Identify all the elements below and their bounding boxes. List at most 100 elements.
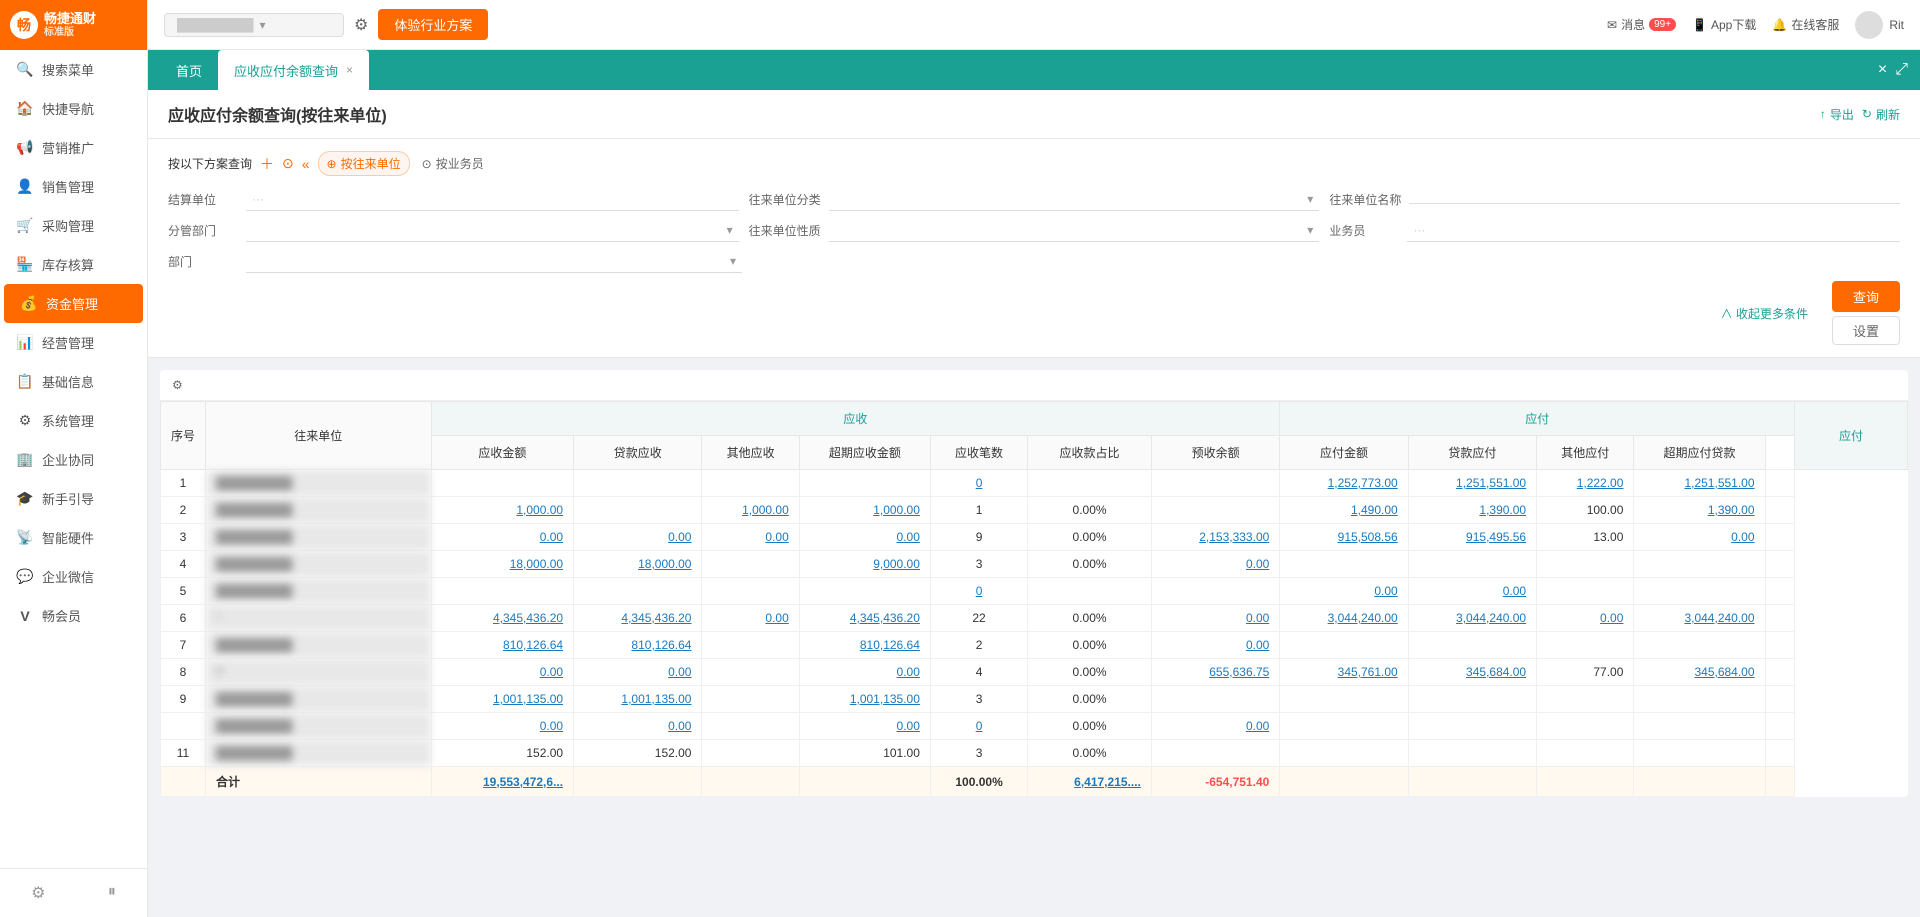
table-row: 7█████████810,126.64810,126.64810,126.64… — [161, 632, 1908, 659]
sidebar-item-enterprise[interactable]: 🏢 企业协同 — [0, 440, 147, 479]
collapse-btn[interactable]: ∧ 收起更多条件 — [1717, 301, 1812, 326]
dept-manage-arrow: ▾ — [727, 223, 733, 237]
table-toolbar: ⚙ — [160, 370, 1908, 401]
sidebar-item-basic-info[interactable]: 📋 基础信息 — [0, 362, 147, 401]
col-group-payable: 应付 — [1280, 402, 1795, 436]
query-button[interactable]: 查询 — [1832, 281, 1900, 312]
scheme-staff-icon: ⊙ — [422, 157, 432, 171]
sidebar-bottom: ⚙ ⏸ — [0, 868, 147, 917]
collapse-icon: ∧ — [1721, 307, 1733, 321]
tab-close-icon[interactable]: × — [346, 63, 353, 77]
online-service-label: 在线客服 — [1791, 16, 1839, 33]
sidebar-item-finance[interactable]: 💰 资金管理 — [4, 284, 143, 323]
export-button[interactable]: ↑ 导出 — [1820, 106, 1854, 123]
sidebar-item-search-menu[interactable]: 🔍 搜索菜单 — [0, 50, 147, 89]
total-ar-prepaid[interactable]: 6,417,215.... — [1028, 767, 1152, 797]
filter-salesperson: 业务员 ··· — [1329, 219, 1900, 242]
settlement-unit-label: 结算单位 — [168, 191, 238, 208]
filter-row-2: 分管部门 ▾ 往来单位性质 ▾ 业务员 ··· — [168, 219, 1900, 242]
filter-unit-category: 往来单位分类 ▾ — [749, 188, 1320, 211]
sidebar-item-label: 销售管理 — [42, 177, 94, 196]
system-icon: ⚙ — [16, 412, 34, 430]
department-input[interactable]: ▾ — [246, 250, 742, 273]
sidebar-item-guide[interactable]: 🎓 新手引导 — [0, 479, 147, 518]
action-buttons: 查询 设置 — [1832, 281, 1900, 345]
scheme-by-unit[interactable]: ⊕ 按往来单位 — [318, 151, 410, 176]
tab-active[interactable]: 应收应付余额查询 × — [218, 50, 369, 90]
unit-nature-label: 往来单位性质 — [749, 222, 821, 239]
tab-home[interactable]: 首页 — [160, 50, 218, 90]
refresh-label: 刷新 — [1876, 106, 1900, 123]
total-ar-ratio: 100.00% — [930, 767, 1027, 797]
top-header: █████████ ▾ ⚙ 体验行业方案 ✉ 消息 99+ 📱 App下载 🔔 … — [148, 0, 1920, 50]
settings-button[interactable]: 设置 — [1832, 316, 1900, 345]
sidebar-settings-btn[interactable]: ⚙ — [21, 877, 55, 909]
filter-unit-nature: 往来单位性质 ▾ — [749, 219, 1320, 242]
dept-manage-input[interactable]: ▾ — [246, 219, 739, 242]
sidebar-item-hardware[interactable]: 📡 智能硬件 — [0, 518, 147, 557]
message-icon: ✉ — [1607, 18, 1617, 32]
sidebar-item-quick-nav[interactable]: 🏠 快捷导航 — [0, 89, 147, 128]
message-badge: 99+ — [1649, 18, 1676, 31]
sidebar-item-purchase[interactable]: 🛒 采购管理 — [0, 206, 147, 245]
table-row: 3█████████0.000.000.000.0090.00%2,153,33… — [161, 524, 1908, 551]
tab-active-label: 应收应付余额查询 — [234, 61, 338, 80]
marketing-icon: 📢 — [16, 139, 34, 157]
tab-bar: 首页 应收应付余额查询 × × ⤢ — [148, 50, 1920, 90]
filter-row-3: 部门 ▾ — [168, 250, 1900, 273]
message-action[interactable]: ✉ 消息 99+ — [1607, 16, 1676, 33]
col-partner: 往来单位 — [206, 402, 432, 470]
settings-icon[interactable]: ⚙ — [354, 15, 368, 35]
col-ap-other: 其他应付 — [1537, 436, 1634, 470]
col-ap-credit: 贷款应付 — [1408, 436, 1536, 470]
col-ap-extra: 应付 — [1795, 402, 1908, 470]
table-row: █████████0.000.000.0000.00%0.00 — [161, 713, 1908, 740]
sidebar-item-system[interactable]: ⚙ 系统管理 — [0, 401, 147, 440]
sidebar-item-label: 经营管理 — [42, 333, 94, 352]
col-ar-prepaid: 预收余额 — [1151, 436, 1279, 470]
sidebar-item-member[interactable]: V 畅会员 — [0, 596, 147, 635]
table-row: 11█████████152.00152.00101.0030.00% — [161, 740, 1908, 767]
sidebar-item-wechat[interactable]: 💬 企业微信 — [0, 557, 147, 596]
wechat-icon: 💬 — [16, 568, 34, 586]
search-menu-icon: 🔍 — [16, 61, 34, 79]
settlement-unit-input[interactable]: ··· — [246, 188, 739, 211]
online-service-action[interactable]: 🔔 在线客服 — [1772, 16, 1839, 33]
app-download-action[interactable]: 📱 App下载 — [1692, 16, 1756, 33]
window-close-btn[interactable]: × — [1878, 61, 1887, 79]
sidebar-item-label: 畅会员 — [42, 606, 81, 625]
filter-row-1: 结算单位 ··· 往来单位分类 ▾ 往来单位名称 — [168, 188, 1900, 211]
finance-icon: 💰 — [20, 295, 38, 313]
breadcrumb[interactable]: █████████ ▾ — [164, 13, 344, 37]
unit-nature-input[interactable]: ▾ — [829, 219, 1320, 242]
scheme-unit-label: 按往来单位 — [341, 155, 401, 172]
scheme-collapse-icon[interactable]: « — [302, 156, 310, 172]
scheme-settings-icon[interactable]: ⊙ — [282, 155, 294, 172]
basic-info-icon: 📋 — [16, 373, 34, 391]
salesperson-input[interactable]: ··· — [1407, 219, 1900, 242]
sidebar-item-label: 智能硬件 — [42, 528, 94, 547]
table-settings-icon[interactable]: ⚙ — [172, 378, 183, 392]
sidebar: 畅 畅捷通财 标准版 🔍 搜索菜单 🏠 快捷导航 📢 营销推广 👤 销售管理 🛒… — [0, 0, 148, 917]
app-logo: 畅 畅捷通财 标准版 — [0, 0, 147, 50]
table-total-row: 合计 19,553,472,6... 100.00% 6,417,215....… — [161, 767, 1908, 797]
add-scheme-btn[interactable]: ＋ — [260, 154, 274, 174]
scheme-by-staff[interactable]: ⊙ 按业务员 — [414, 151, 492, 176]
unit-nature-arrow: ▾ — [1307, 223, 1313, 237]
window-max-btn[interactable]: ⤢ — [1895, 61, 1908, 79]
table-scroll-area[interactable]: 序号 往来单位 应收 应付 应付 应收金额 贷款应收 其他应收 超期应收金额 — [160, 401, 1908, 797]
sidebar-item-operations[interactable]: 📊 经营管理 — [0, 323, 147, 362]
refresh-button[interactable]: ↻ 刷新 — [1862, 106, 1900, 123]
sidebar-item-marketing[interactable]: 📢 营销推广 — [0, 128, 147, 167]
user-info[interactable]: Rit — [1855, 11, 1904, 39]
sidebar-item-sales[interactable]: 👤 销售管理 — [0, 167, 147, 206]
unit-name-input[interactable] — [1409, 195, 1900, 204]
sidebar-collapse-btn[interactable]: ⏸ — [98, 877, 126, 909]
table-row: 8P0.000.000.0040.00%655,636.75345,761.00… — [161, 659, 1908, 686]
unit-category-input[interactable]: ▾ — [829, 188, 1320, 211]
sidebar-item-inventory[interactable]: 🏪 库存核算 — [0, 245, 147, 284]
window-controls: × ⤢ — [1878, 61, 1908, 79]
cell-partner: █████████ — [206, 497, 432, 524]
promo-button[interactable]: 体验行业方案 — [378, 9, 488, 40]
total-ar-amount[interactable]: 19,553,472,6... — [431, 767, 574, 797]
